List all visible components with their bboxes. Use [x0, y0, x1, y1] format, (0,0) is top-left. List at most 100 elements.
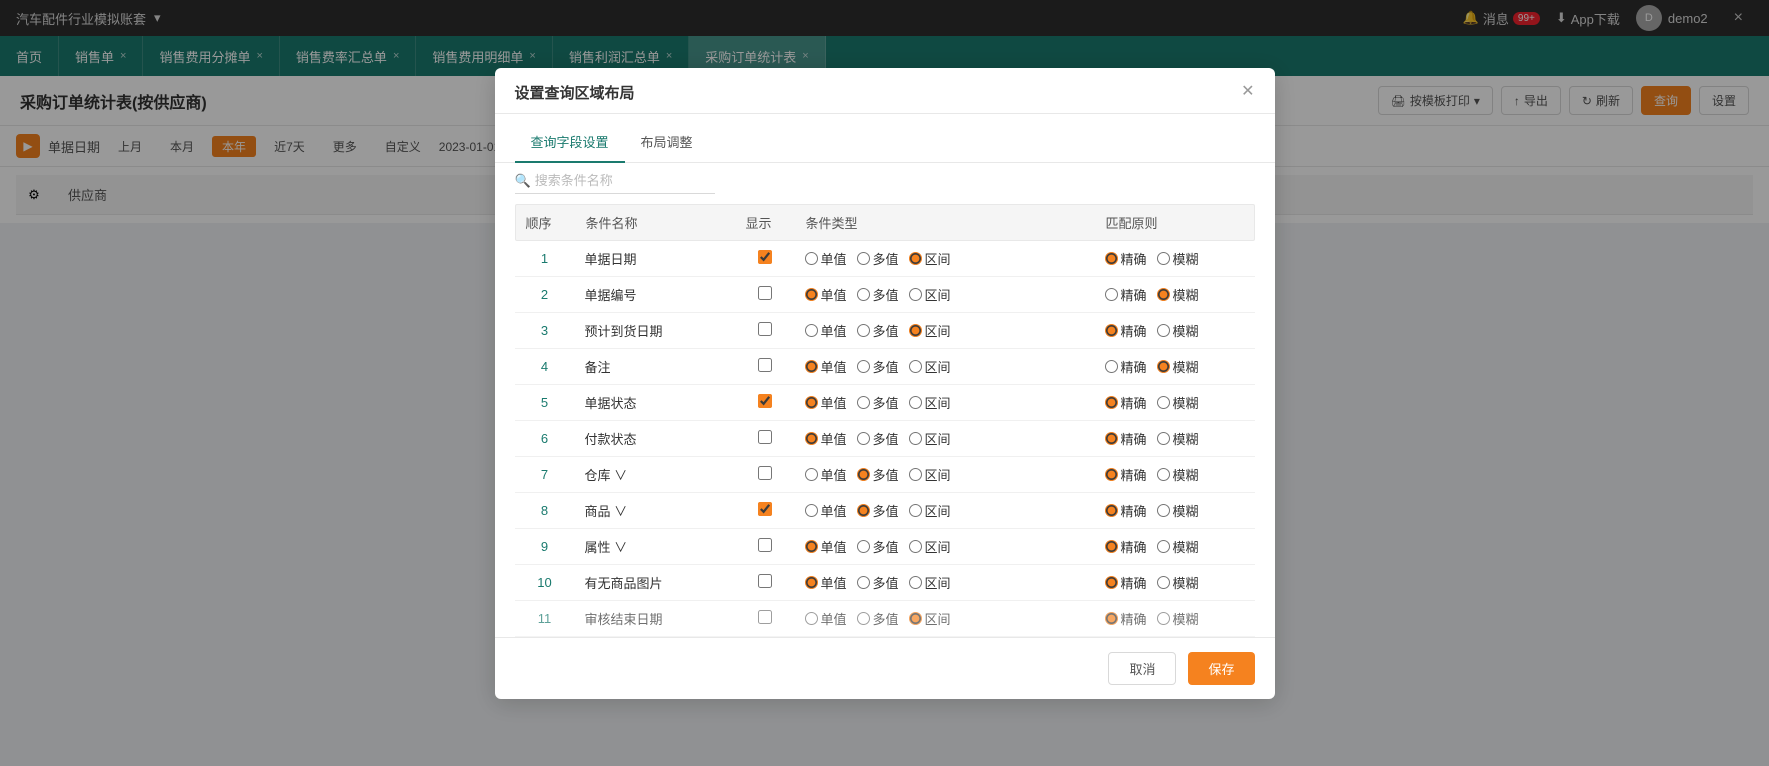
row-1-type: 单值 多值 区间: [795, 241, 1095, 276]
col-name: 条件名称: [576, 205, 736, 240]
row-7-display[interactable]: [735, 458, 795, 491]
table-row: 7 仓库 ∨ 单值 多值 区间 精确 模糊: [515, 457, 1255, 493]
tab-layout[interactable]: 布局调整: [625, 126, 709, 163]
row-11-checkbox[interactable]: [758, 610, 772, 624]
row-1-match-fuzzy[interactable]: 模糊: [1157, 249, 1199, 268]
row-2-name: 单据编号: [575, 277, 735, 312]
row-9-match: 精确 模糊: [1095, 529, 1275, 564]
row-6-checkbox[interactable]: [758, 430, 772, 444]
row-9-order: 9: [515, 531, 575, 562]
row-4-checkbox[interactable]: [758, 358, 772, 372]
row-4-match: 精确 模糊: [1095, 349, 1275, 384]
row-3-type: 单值 多值 区间: [795, 313, 1095, 348]
search-box: 🔍: [515, 173, 715, 194]
row-8-order: 8: [515, 495, 575, 526]
row-1-name: 单据日期: [575, 241, 735, 276]
row-6-type: 单值 多值 区间: [795, 421, 1095, 456]
modal-table: 顺序 条件名称 显示 条件类型 匹配原则 1 单据日期 单值 多值 区间: [495, 204, 1275, 637]
modal-header: 设置查询区域布局 ✕: [495, 68, 1275, 114]
row-1-checkbox[interactable]: [758, 250, 772, 264]
row-7-type: 单值 多值 区间: [795, 457, 1095, 492]
search-icon: 🔍: [515, 173, 531, 189]
table-row: 4 备注 单值 多值 区间 精确 模糊: [515, 349, 1255, 385]
table-row: 1 单据日期 单值 多值 区间 精确 模糊: [515, 241, 1255, 277]
tab-field-settings[interactable]: 查询字段设置: [515, 126, 625, 163]
row-7-order: 7: [515, 459, 575, 490]
row-3-display[interactable]: [735, 314, 795, 347]
row-3-order: 3: [515, 315, 575, 346]
modal-table-header: 顺序 条件名称 显示 条件类型 匹配原则: [515, 204, 1255, 241]
row-5-order: 5: [515, 387, 575, 418]
row-11-name: 审核结束日期: [575, 601, 735, 636]
row-3-checkbox[interactable]: [758, 322, 772, 336]
row-10-checkbox[interactable]: [758, 574, 772, 588]
row-4-display[interactable]: [735, 350, 795, 383]
modal-tabs: 查询字段设置 布局调整: [495, 114, 1275, 163]
table-row: 5 单据状态 单值 多值 区间 精确 模糊: [515, 385, 1255, 421]
row-8-type: 单值 多值 区间: [795, 493, 1095, 528]
row-10-name: 有无商品图片: [575, 565, 735, 600]
row-8-name: 商品 ∨: [575, 493, 735, 528]
table-row: 11 审核结束日期 单值 多值 区间 精确 模糊: [515, 601, 1255, 637]
row-4-name: 备注: [575, 349, 735, 384]
col-type: 条件类型: [796, 205, 1096, 240]
row-3-match: 精确 模糊: [1095, 313, 1275, 348]
row-3-name: 预计到货日期: [575, 313, 735, 348]
row-2-type: 单值 多值 区间: [795, 277, 1095, 312]
row-1-display[interactable]: [735, 242, 795, 275]
row-1-type-multi[interactable]: 多值: [857, 249, 899, 268]
row-11-type: 单值 多值 区间: [795, 601, 1095, 636]
row-5-match: 精确 模糊: [1095, 385, 1275, 420]
row-5-display[interactable]: [735, 386, 795, 419]
tab-layout-label: 布局调整: [641, 135, 693, 150]
table-row: 8 商品 ∨ 单值 多值 区间 精确 模糊: [515, 493, 1255, 529]
row-4-order: 4: [515, 351, 575, 382]
row-4-type: 单值 多值 区间: [795, 349, 1095, 384]
row-8-match: 精确 模糊: [1095, 493, 1275, 528]
row-6-match: 精确 模糊: [1095, 421, 1275, 456]
row-5-checkbox[interactable]: [758, 394, 772, 408]
row-9-checkbox[interactable]: [758, 538, 772, 552]
row-7-checkbox[interactable]: [758, 466, 772, 480]
row-9-display[interactable]: [735, 530, 795, 563]
row-7-match: 精确 模糊: [1095, 457, 1275, 492]
row-1-match: 精确 模糊: [1095, 241, 1275, 276]
row-2-order: 2: [515, 279, 575, 310]
row-1-type-range[interactable]: 区间: [909, 249, 951, 268]
row-6-display[interactable]: [735, 422, 795, 455]
row-8-checkbox[interactable]: [758, 502, 772, 516]
search-input[interactable]: [535, 173, 715, 188]
cancel-button[interactable]: 取消: [1108, 652, 1176, 685]
row-1-match-group: 精确 模糊: [1105, 249, 1275, 268]
tab-field-settings-label: 查询字段设置: [531, 135, 609, 150]
row-1-order: 1: [515, 243, 575, 274]
row-7-name: 仓库 ∨: [575, 457, 735, 492]
row-9-name: 属性 ∨: [575, 529, 735, 564]
table-row: 9 属性 ∨ 单值 多值 区间 精确 模糊: [515, 529, 1255, 565]
row-2-checkbox[interactable]: [758, 286, 772, 300]
row-10-display[interactable]: [735, 566, 795, 599]
col-order: 顺序: [516, 205, 576, 240]
row-8-display[interactable]: [735, 494, 795, 527]
row-2-display[interactable]: [735, 278, 795, 311]
table-row: 3 预计到货日期 单值 多值 区间 精确 模糊: [515, 313, 1255, 349]
row-2-match: 精确 模糊: [1095, 277, 1275, 312]
modal-title: 设置查询区域布局: [515, 82, 635, 103]
table-row: 2 单据编号 单值 多值 区间 精确 模糊: [515, 277, 1255, 313]
row-10-order: 10: [515, 567, 575, 598]
modal-close-button[interactable]: ✕: [1241, 84, 1254, 100]
row-11-display[interactable]: [735, 602, 795, 635]
row-1-type-group: 单值 多值 区间: [805, 249, 1085, 268]
row-1-type-single[interactable]: 单值: [805, 249, 847, 268]
save-button[interactable]: 保存: [1188, 652, 1254, 685]
table-row: 6 付款状态 单值 多值 区间 精确 模糊: [515, 421, 1255, 457]
row-6-name: 付款状态: [575, 421, 735, 456]
row-10-type: 单值 多值 区间: [795, 565, 1095, 600]
row-10-match: 精确 模糊: [1095, 565, 1275, 600]
row-1-match-exact[interactable]: 精确: [1105, 249, 1147, 268]
modal-footer: 取消 保存: [495, 637, 1275, 699]
modal-search-area: 🔍: [495, 163, 1275, 204]
settings-modal: 设置查询区域布局 ✕ 查询字段设置 布局调整 🔍 顺序 条件名称: [495, 68, 1275, 699]
table-row: 10 有无商品图片 单值 多值 区间 精确 模糊: [515, 565, 1255, 601]
row-5-type: 单值 多值 区间: [795, 385, 1095, 420]
